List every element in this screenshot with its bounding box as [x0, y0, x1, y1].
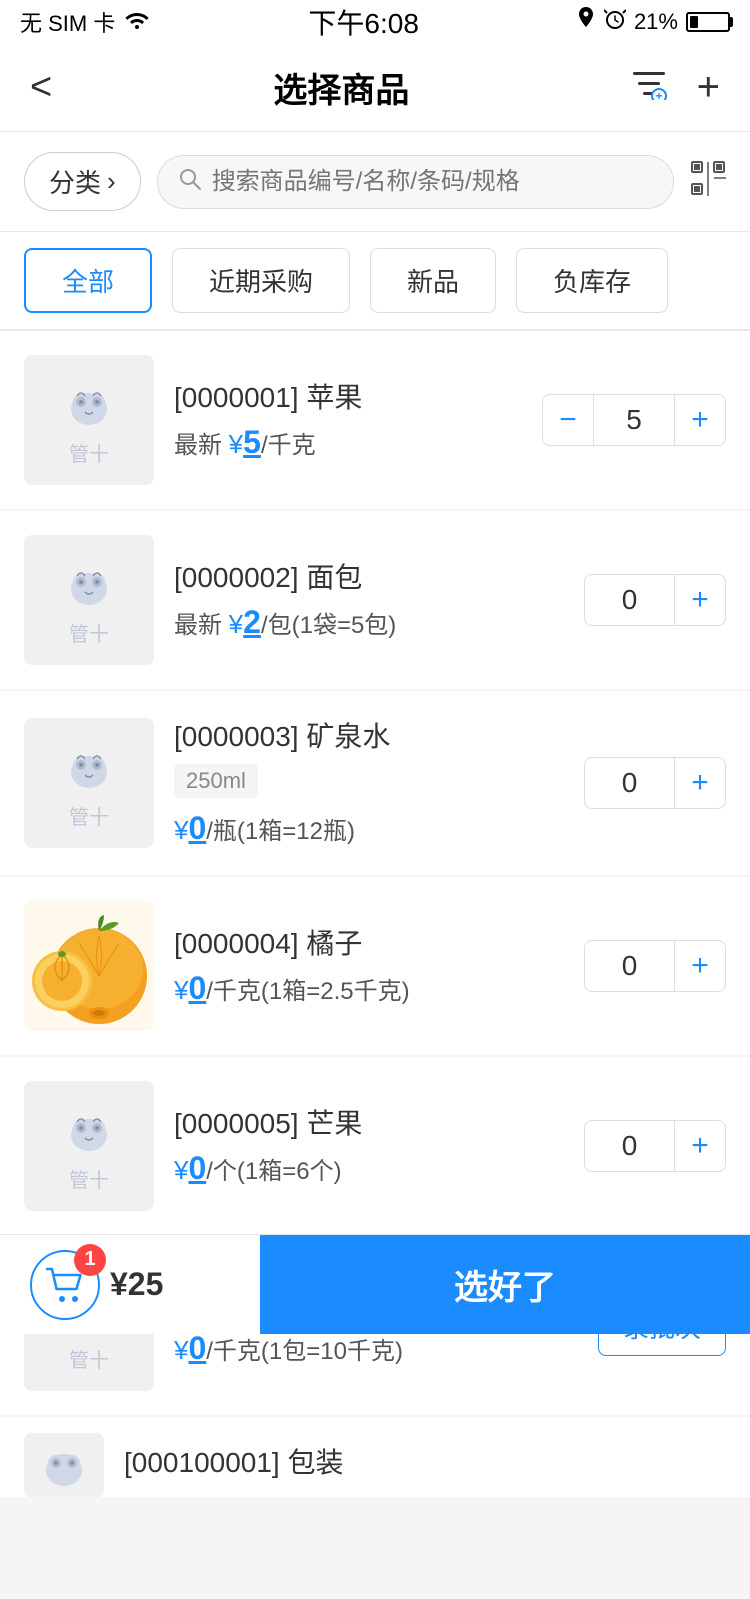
product-image — [24, 901, 154, 1031]
cart-icon-button[interactable]: 1 — [30, 1250, 100, 1320]
list-item: [0000004] 橘子 ¥0/千克(1箱=2.5千克) + — [0, 877, 750, 1055]
product-price: ¥0/千克(1包=10千克) — [174, 1330, 578, 1367]
quantity-increase-button[interactable]: + — [674, 394, 726, 446]
add-button[interactable]: + — [697, 65, 720, 110]
location-icon — [576, 7, 596, 37]
tab-recent[interactable]: 近期采购 — [172, 248, 350, 313]
alarm-icon — [604, 8, 626, 36]
search-input[interactable] — [212, 168, 653, 196]
quantity-control: + — [584, 940, 726, 992]
status-right: 21% — [576, 7, 730, 37]
list-item: [000100001] 包装 — [0, 1417, 750, 1497]
list-item: 管十 [0000001] 苹果 最新 ¥5/千克 − + — [0, 331, 750, 509]
filter-bar: 分类 › — [0, 132, 750, 232]
back-button[interactable]: < — [30, 66, 52, 109]
status-bar: 无 SIM 卡 下午6:08 21% — [0, 0, 750, 44]
product-info: [0000001] 苹果 最新 ¥5/千克 — [174, 376, 522, 465]
tab-all[interactable]: 全部 — [24, 248, 152, 313]
product-code-name: [0000003] 矿泉水 — [174, 715, 564, 755]
quantity-input[interactable] — [584, 1120, 674, 1172]
scan-icon[interactable] — [690, 160, 726, 204]
cart-badge: 1 — [74, 1244, 106, 1276]
product-image — [24, 1433, 104, 1497]
product-code-name: [0000001] 苹果 — [174, 376, 522, 416]
product-code-name: [0000002] 面包 — [174, 556, 564, 596]
list-item: 管十 [0000003] 矿泉水 250ml ¥0/瓶(1箱=12瓶) + — [0, 691, 750, 875]
tab-new[interactable]: 新品 — [370, 248, 496, 313]
product-price: 最新 ¥5/千克 — [174, 424, 522, 461]
tab-negative-stock[interactable]: 负库存 — [516, 248, 668, 313]
wifi-icon — [123, 9, 151, 35]
product-price: 最新 ¥2/包(1袋=5包) — [174, 604, 564, 641]
bottom-bar: 1 ¥25 选好了 — [0, 1234, 750, 1334]
filter-icon[interactable]: + — [631, 68, 667, 107]
tabs-bar: 全部 近期采购 新品 负库存 — [0, 232, 750, 331]
quantity-increase-button[interactable]: + — [674, 757, 726, 809]
quantity-increase-button[interactable]: + — [674, 574, 726, 626]
list-item: 管十 [0000002] 面包 最新 ¥2/包(1袋=5包) + — [0, 511, 750, 689]
product-info: [0000005] 芒果 ¥0/个(1箱=6个) — [174, 1102, 564, 1191]
search-icon — [178, 166, 202, 198]
nav-actions: + + — [631, 65, 720, 110]
nav-bar: < 选择商品 + + — [0, 44, 750, 132]
confirm-button[interactable]: 选好了 — [260, 1235, 750, 1334]
product-code-name: [000100001] 包装 — [124, 1441, 726, 1481]
search-box — [157, 155, 674, 209]
status-carrier: 无 SIM 卡 — [20, 6, 151, 38]
quantity-control: + — [584, 1120, 726, 1172]
quantity-decrease-button[interactable]: − — [542, 394, 594, 446]
quantity-increase-button[interactable]: + — [674, 940, 726, 992]
list-item: 管十 [0000005] 芒果 ¥0/个(1箱=6个) + — [0, 1057, 750, 1235]
quantity-control: + — [584, 757, 726, 809]
quantity-input[interactable] — [584, 940, 674, 992]
quantity-input[interactable] — [584, 574, 674, 626]
product-info: [0000003] 矿泉水 250ml ¥0/瓶(1箱=12瓶) — [174, 715, 564, 851]
category-button[interactable]: 分类 › — [24, 152, 141, 211]
product-image: 管十 — [24, 535, 154, 665]
quantity-increase-button[interactable]: + — [674, 1120, 726, 1172]
quantity-input[interactable] — [584, 757, 674, 809]
battery-icon — [686, 12, 730, 32]
quantity-input[interactable] — [594, 394, 674, 446]
product-info: [000100001] 包装 — [124, 1441, 726, 1489]
status-time: 下午6:08 — [308, 2, 419, 42]
quantity-control: + — [584, 574, 726, 626]
product-image: 管十 — [24, 718, 154, 848]
quantity-control: − + — [542, 394, 726, 446]
product-price: ¥0/千克(1箱=2.5千克) — [174, 970, 564, 1007]
svg-text:+: + — [655, 89, 662, 100]
carrier-text: 无 SIM 卡 — [20, 6, 115, 38]
product-code-name: [0000005] 芒果 — [174, 1102, 564, 1142]
product-price: ¥0/瓶(1箱=12瓶) — [174, 810, 564, 847]
product-image: 管十 — [24, 355, 154, 485]
product-spec: 250ml — [174, 764, 258, 798]
product-info: [0000002] 面包 最新 ¥2/包(1袋=5包) — [174, 556, 564, 645]
page-title: 选择商品 — [273, 63, 409, 112]
cart-total: ¥25 — [110, 1266, 163, 1303]
product-price: ¥0/个(1箱=6个) — [174, 1150, 564, 1187]
cart-section: 1 ¥25 — [0, 1250, 260, 1320]
category-label: 分类 — [49, 163, 101, 200]
battery-percentage: 21% — [634, 9, 678, 35]
product-image: 管十 — [24, 1081, 154, 1211]
product-info: [0000004] 橘子 ¥0/千克(1箱=2.5千克) — [174, 922, 564, 1011]
product-code-name: [0000004] 橘子 — [174, 922, 564, 962]
chevron-right-icon: › — [107, 166, 116, 197]
